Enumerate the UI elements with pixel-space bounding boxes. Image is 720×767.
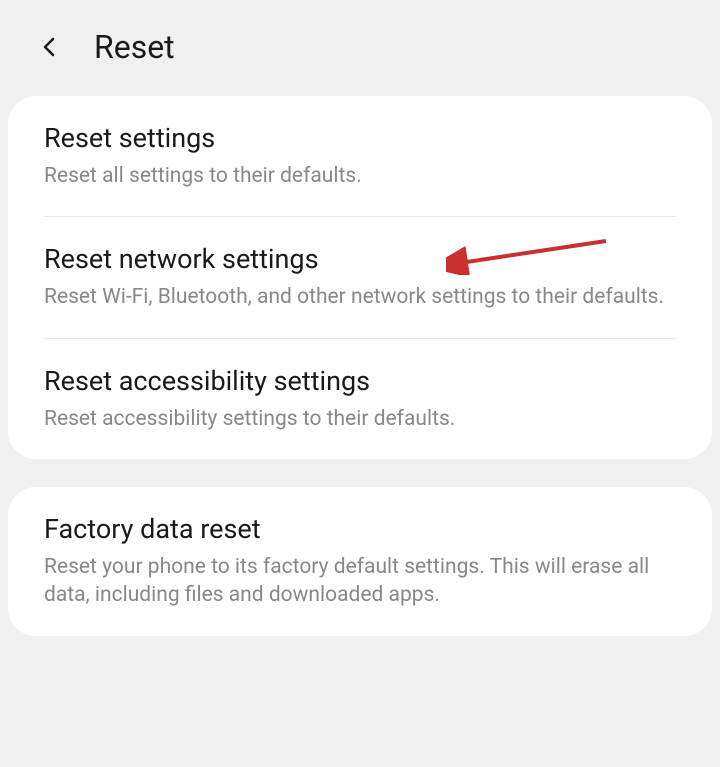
item-description: Reset Wi-Fi, Bluetooth, and other networ…: [44, 283, 676, 311]
item-title: Reset network settings: [44, 243, 676, 275]
reset-options-card: Reset settings Reset all settings to the…: [8, 96, 712, 459]
item-description: Reset all settings to their defaults.: [44, 162, 676, 190]
item-description: Reset accessibility settings to their de…: [44, 405, 676, 433]
back-icon[interactable]: [38, 35, 62, 59]
item-title: Reset accessibility settings: [44, 365, 676, 397]
factory-data-reset-item[interactable]: Factory data reset Reset your phone to i…: [44, 487, 676, 636]
page-title: Reset: [94, 28, 175, 66]
item-description: Reset your phone to its factory default …: [44, 553, 676, 610]
reset-settings-item[interactable]: Reset settings Reset all settings to the…: [44, 96, 676, 217]
item-title: Reset settings: [44, 122, 676, 154]
reset-accessibility-settings-item[interactable]: Reset accessibility settings Reset acces…: [44, 339, 676, 459]
factory-reset-card: Factory data reset Reset your phone to i…: [8, 487, 712, 636]
header: Reset: [0, 0, 720, 96]
item-title: Factory data reset: [44, 513, 676, 545]
reset-network-settings-item[interactable]: Reset network settings Reset Wi-Fi, Blue…: [44, 217, 676, 338]
